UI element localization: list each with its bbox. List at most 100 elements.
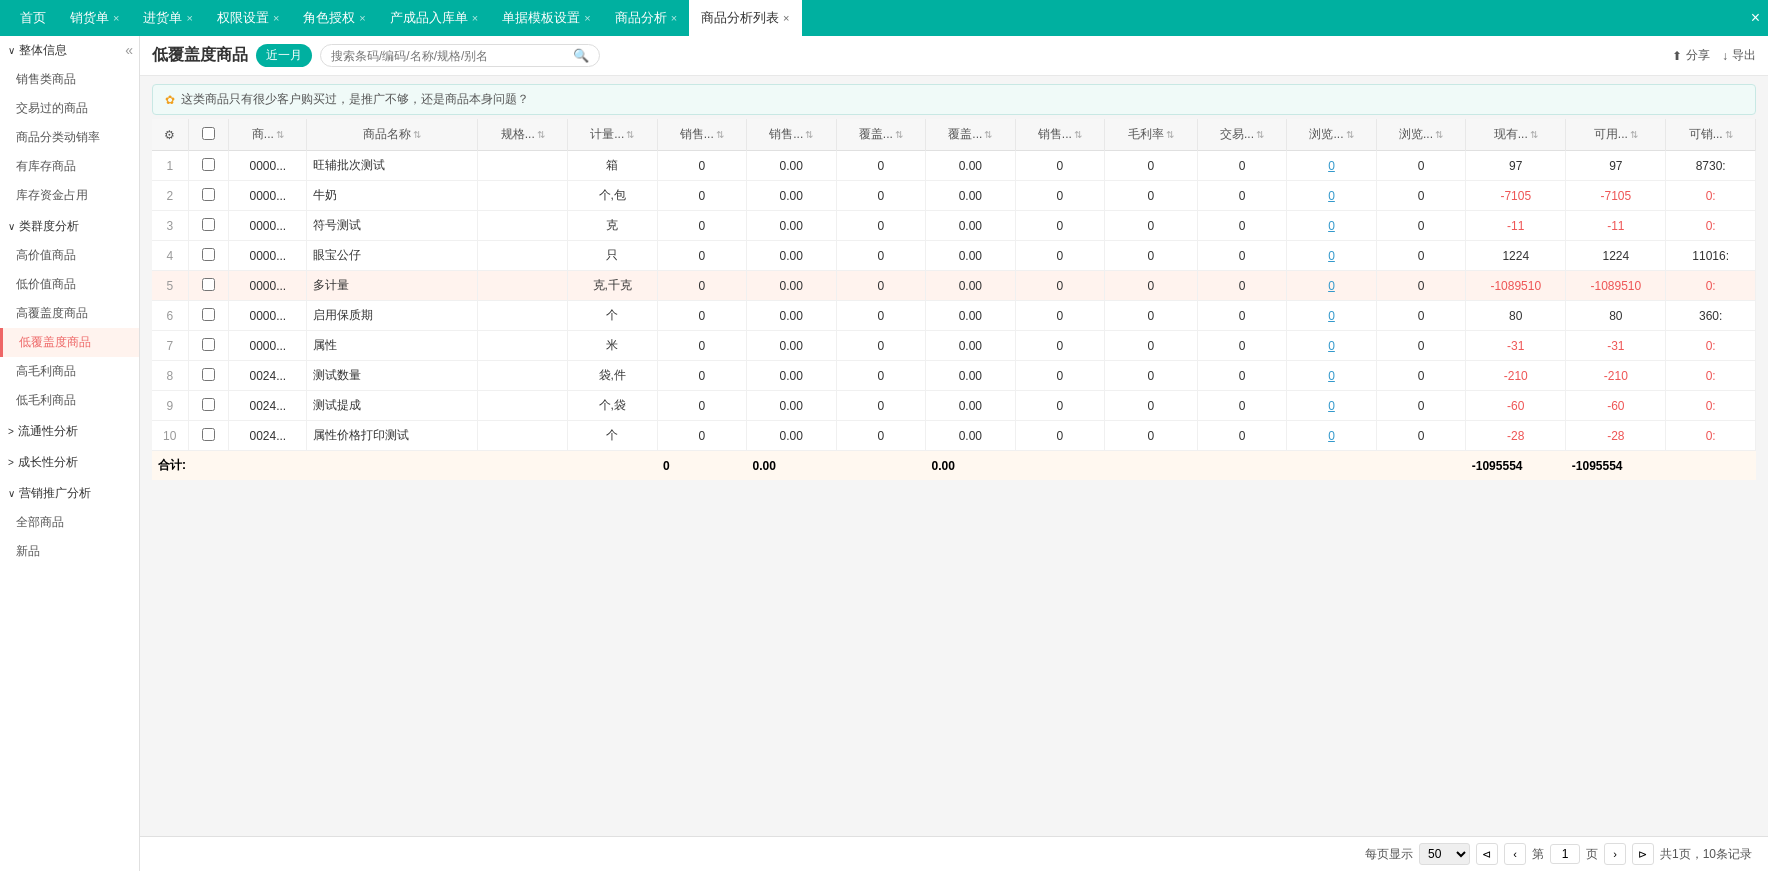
nav-item[interactable]: 权限设置× <box>205 0 291 36</box>
sidebar-item[interactable]: 高覆盖度商品 <box>0 299 139 328</box>
sidebar-item[interactable]: 高价值商品 <box>0 241 139 270</box>
sidebar-item[interactable]: 高毛利商品 <box>0 357 139 386</box>
nav-close-icon[interactable]: × <box>359 12 365 24</box>
next-page-button[interactable]: › <box>1604 843 1626 865</box>
col-code[interactable]: 商...⇅ <box>229 119 307 151</box>
row-checkbox[interactable] <box>202 308 215 321</box>
page-input[interactable] <box>1550 844 1580 864</box>
sidebar-collapse-button[interactable]: « <box>125 42 133 58</box>
sidebar-group-title[interactable]: >流通性分析 <box>0 417 139 446</box>
col-saleable[interactable]: 可销...⇅ <box>1666 119 1756 151</box>
row-checkbox-cell[interactable] <box>188 271 229 301</box>
row-checkbox[interactable] <box>202 218 215 231</box>
row-cover2-cell: 0.00 <box>926 271 1016 301</box>
share-button[interactable]: ⬆ 分享 <box>1672 47 1710 64</box>
row-browse1-cell[interactable]: 0 <box>1287 211 1377 241</box>
nav-close-icon[interactable]: × <box>584 12 590 24</box>
col-browse2[interactable]: 浏览...⇅ <box>1376 119 1466 151</box>
row-browse1-cell[interactable]: 0 <box>1287 391 1377 421</box>
col-gross[interactable]: 毛利率⇅ <box>1105 119 1198 151</box>
col-current[interactable]: 现有...⇅ <box>1466 119 1566 151</box>
row-checkbox[interactable] <box>202 398 215 411</box>
row-browse1-cell[interactable]: 0 <box>1287 421 1377 451</box>
col-spec[interactable]: 规格...⇅ <box>478 119 568 151</box>
sidebar-item[interactable]: 交易过的商品 <box>0 94 139 123</box>
row-browse1-cell[interactable]: 0 <box>1287 361 1377 391</box>
col-checkbox[interactable] <box>188 119 229 151</box>
col-unit[interactable]: 计量...⇅ <box>568 119 658 151</box>
nav-item[interactable]: 销货单× <box>58 0 131 36</box>
window-close-button[interactable]: × <box>1751 9 1760 27</box>
sidebar-item[interactable]: 新品 <box>0 537 139 566</box>
export-button[interactable]: ↓ 导出 <box>1722 47 1756 64</box>
sidebar-item[interactable]: 低覆盖度商品 <box>0 328 139 357</box>
prev-page-button[interactable]: ‹ <box>1504 843 1526 865</box>
row-checkbox[interactable] <box>202 338 215 351</box>
row-browse1-cell[interactable]: 0 <box>1287 181 1377 211</box>
sidebar-item[interactable]: 商品分类动销率 <box>0 123 139 152</box>
sidebar-item[interactable]: 低价值商品 <box>0 270 139 299</box>
per-page-label: 每页显示 <box>1365 846 1413 863</box>
row-browse1-cell[interactable]: 0 <box>1287 241 1377 271</box>
row-checkbox-cell[interactable] <box>188 421 229 451</box>
row-checkbox[interactable] <box>202 428 215 441</box>
col-settings[interactable]: ⚙ <box>152 119 188 151</box>
col-cover1[interactable]: 覆盖...⇅ <box>836 119 926 151</box>
col-available[interactable]: 可用...⇅ <box>1566 119 1666 151</box>
row-checkbox-cell[interactable] <box>188 361 229 391</box>
row-browse1-cell[interactable]: 0 <box>1287 331 1377 361</box>
nav-item[interactable]: 首页 <box>8 0 58 36</box>
nav-item[interactable]: 商品分析× <box>603 0 689 36</box>
row-checkbox[interactable] <box>202 248 215 261</box>
nav-item[interactable]: 单据模板设置× <box>490 0 602 36</box>
col-name[interactable]: 商品名称⇅ <box>307 119 478 151</box>
nav-close-icon[interactable]: × <box>186 12 192 24</box>
nav-close-icon[interactable]: × <box>671 12 677 24</box>
last-page-button[interactable]: ⊳ <box>1632 843 1654 865</box>
col-trade[interactable]: 交易...⇅ <box>1197 119 1287 151</box>
row-checkbox-cell[interactable] <box>188 391 229 421</box>
row-checkbox-cell[interactable] <box>188 301 229 331</box>
sidebar-group-title[interactable]: ∨类群度分析 <box>0 212 139 241</box>
nav-close-icon[interactable]: × <box>273 12 279 24</box>
sidebar-group-title[interactable]: >成长性分析 <box>0 448 139 477</box>
nav-item[interactable]: 角色授权× <box>291 0 377 36</box>
row-checkbox-cell[interactable] <box>188 331 229 361</box>
nav-close-icon[interactable]: × <box>472 12 478 24</box>
table-container[interactable]: ⚙ 商...⇅ 商品名称⇅ 规格...⇅ 计量...⇅ 销售...⇅ 销售...… <box>152 119 1756 836</box>
select-all-checkbox[interactable] <box>202 127 215 140</box>
col-browse1[interactable]: 浏览...⇅ <box>1287 119 1377 151</box>
first-page-button[interactable]: ⊲ <box>1476 843 1498 865</box>
nav-item[interactable]: 进货单× <box>131 0 204 36</box>
row-checkbox-cell[interactable] <box>188 211 229 241</box>
row-checkbox[interactable] <box>202 188 215 201</box>
row-checkbox-cell[interactable] <box>188 181 229 211</box>
sidebar-item[interactable]: 有库存商品 <box>0 152 139 181</box>
settings-icon[interactable]: ⚙ <box>164 128 175 142</box>
sidebar-group-title[interactable]: ∨营销推广分析 <box>0 479 139 508</box>
nav-item[interactable]: 商品分析列表× <box>689 0 801 36</box>
nav-close-icon[interactable]: × <box>783 12 789 24</box>
search-input[interactable] <box>331 49 573 63</box>
row-checkbox[interactable] <box>202 278 215 291</box>
nav-close-icon[interactable]: × <box>113 12 119 24</box>
col-sale3[interactable]: 销售...⇅ <box>1015 119 1105 151</box>
col-sale-amt[interactable]: 销售...⇅ <box>747 119 837 151</box>
row-checkbox-cell[interactable] <box>188 151 229 181</box>
per-page-select[interactable]: 50 20 100 <box>1419 843 1470 865</box>
sidebar-item[interactable]: 库存资金占用 <box>0 181 139 210</box>
nav-item[interactable]: 产成品入库单× <box>378 0 490 36</box>
row-browse1-cell[interactable]: 0 <box>1287 271 1377 301</box>
sidebar-item[interactable]: 低毛利商品 <box>0 386 139 415</box>
sidebar-group-title[interactable]: ∨整体信息 <box>0 36 139 65</box>
row-checkbox-cell[interactable] <box>188 241 229 271</box>
sidebar-item[interactable]: 销售类商品 <box>0 65 139 94</box>
row-checkbox[interactable] <box>202 158 215 171</box>
sidebar-item[interactable]: 全部商品 <box>0 508 139 537</box>
row-browse1-cell[interactable]: 0 <box>1287 151 1377 181</box>
row-browse1-cell[interactable]: 0 <box>1287 301 1377 331</box>
row-checkbox[interactable] <box>202 368 215 381</box>
period-button[interactable]: 近一月 <box>256 44 312 67</box>
col-sale-qty[interactable]: 销售...⇅ <box>657 119 747 151</box>
col-cover2[interactable]: 覆盖...⇅ <box>926 119 1016 151</box>
